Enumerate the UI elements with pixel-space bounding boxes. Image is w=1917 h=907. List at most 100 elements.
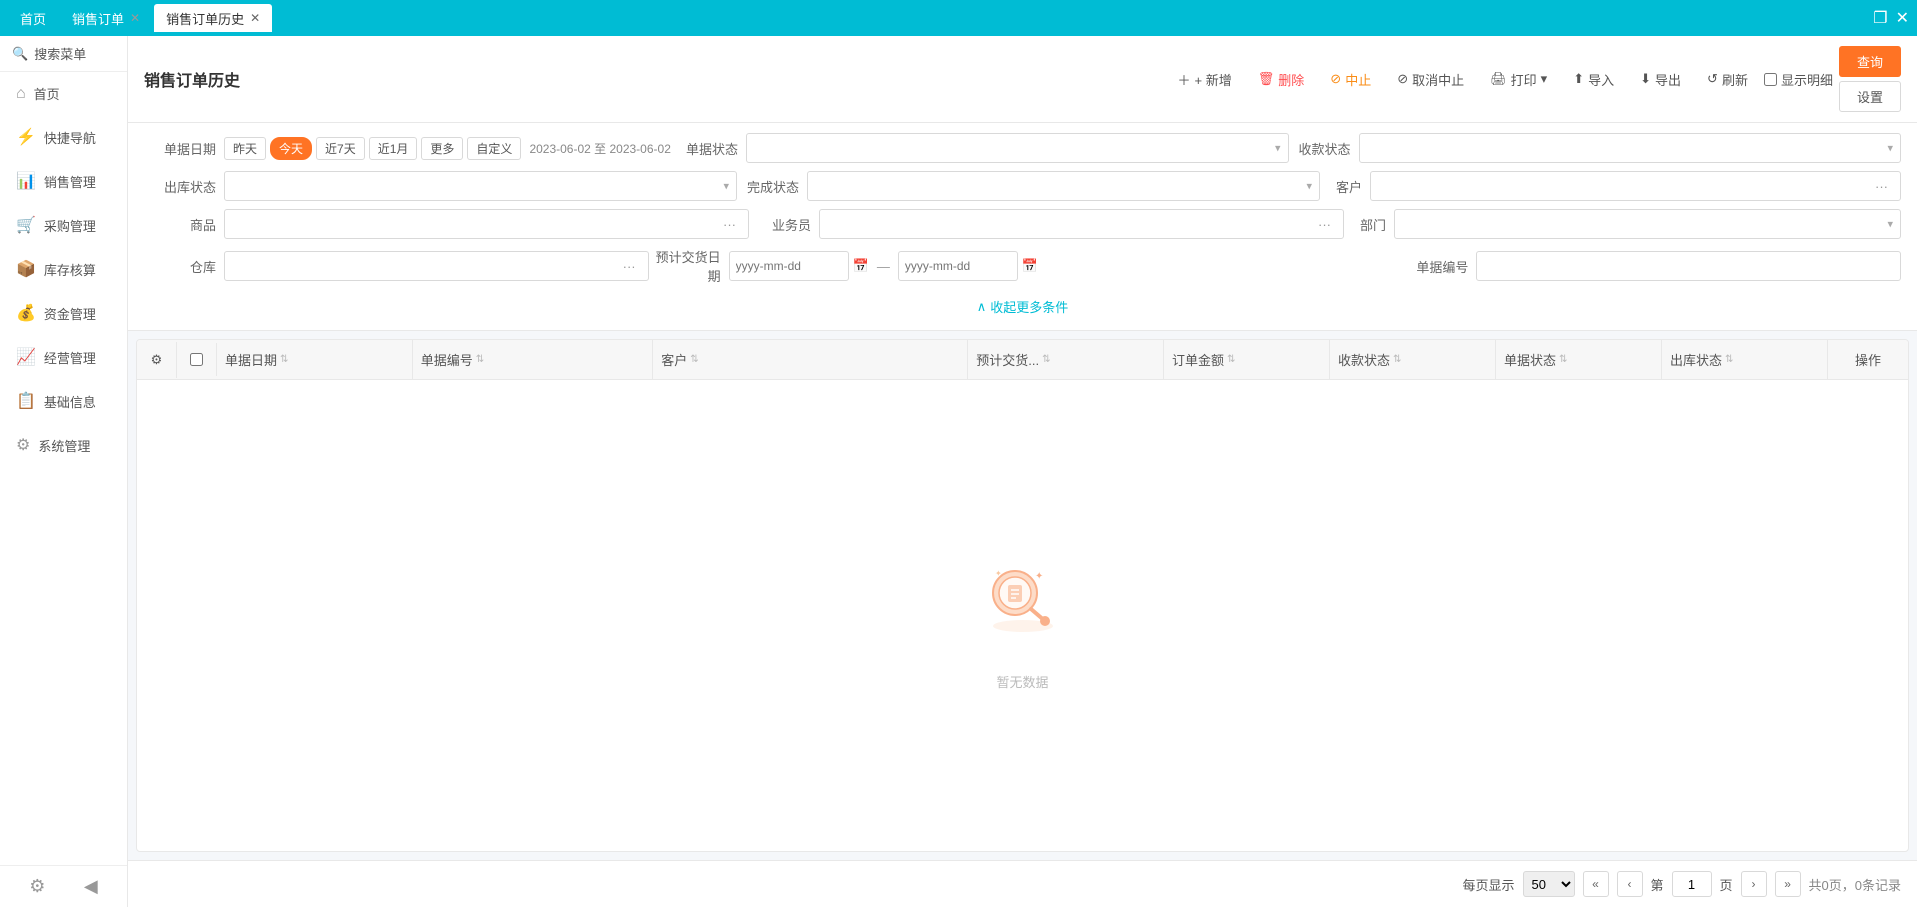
- print-button[interactable]: 🖨 打印 ▾: [1480, 65, 1557, 94]
- th-action: 操作: [1828, 340, 1908, 379]
- tab-home-label: 首页: [20, 9, 46, 28]
- department-select[interactable]: [1394, 209, 1901, 239]
- department-select-wrap: [1394, 209, 1901, 239]
- sidebar-item-home[interactable]: ⌂ 首页: [0, 72, 127, 115]
- date-1month[interactable]: 近1月: [369, 137, 418, 160]
- sidebar-footer-collapse-icon[interactable]: ◀: [84, 876, 98, 897]
- th-out-status-label: 出库状态: [1670, 350, 1722, 369]
- delivery-date-to[interactable]: [898, 251, 1018, 281]
- bill-status-select[interactable]: [746, 133, 1288, 163]
- delete-button[interactable]: 🗑 删除: [1248, 65, 1315, 94]
- complete-status-select[interactable]: [807, 171, 1320, 201]
- sidebar-item-system[interactable]: ⚙ 系统管理: [0, 423, 127, 467]
- collapse-button[interactable]: ∧ 收起更多条件: [144, 293, 1901, 320]
- display-detail-checkbox[interactable]: [1764, 73, 1777, 86]
- calendar-to-icon[interactable]: 📅: [1022, 258, 1038, 274]
- refresh-icon: ↺: [1707, 71, 1718, 87]
- operation-icon: 📈: [16, 347, 36, 367]
- th-date-label: 单据日期: [225, 350, 277, 369]
- goods-input[interactable]: [233, 217, 719, 232]
- bill-no-input-wrap[interactable]: [1476, 251, 1901, 281]
- close-window-icon[interactable]: ✕: [1896, 8, 1909, 28]
- customer-input[interactable]: [1379, 179, 1871, 194]
- goods-input-wrap[interactable]: ···: [224, 209, 749, 239]
- salesperson-input-wrap[interactable]: ···: [819, 209, 1344, 239]
- import-button[interactable]: ⬆ 导入: [1563, 65, 1624, 94]
- th-checkbox[interactable]: [177, 343, 217, 376]
- tab-sales-order-history[interactable]: 销售订单历史 ✕: [154, 4, 272, 32]
- salesperson-input[interactable]: [828, 217, 1314, 232]
- calendar-from-icon[interactable]: 📅: [853, 258, 869, 274]
- sidebar-item-basic[interactable]: 📋 基础信息: [0, 379, 127, 423]
- sidebar-search[interactable]: 🔍 搜索菜单: [0, 36, 127, 72]
- close-sales-order-icon[interactable]: ✕: [130, 11, 140, 25]
- sidebar-item-finance[interactable]: 💰 资金管理: [0, 291, 127, 335]
- out-status-select[interactable]: [224, 171, 737, 201]
- refresh-button[interactable]: ↺ 刷新: [1697, 65, 1758, 94]
- sidebar-item-home-label: 首页: [34, 84, 60, 103]
- next-page-button[interactable]: ›: [1741, 871, 1767, 897]
- customer-input-wrap[interactable]: ···: [1370, 171, 1901, 201]
- first-page-button[interactable]: «: [1583, 871, 1609, 897]
- per-page-select[interactable]: 50 20 100: [1523, 871, 1575, 897]
- out-status-label: 出库状态: [144, 177, 224, 196]
- tab-home[interactable]: 首页: [8, 4, 58, 32]
- query-label: 查询: [1857, 55, 1883, 70]
- customer-dots-icon[interactable]: ···: [1871, 179, 1892, 194]
- new-label: + 新增: [1195, 70, 1232, 89]
- sidebar-item-operation[interactable]: 📈 经营管理: [0, 335, 127, 379]
- new-button[interactable]: ＋ + 新增: [1168, 65, 1242, 94]
- print-dropdown-icon: ▾: [1541, 71, 1548, 87]
- th-amount[interactable]: 订单金额 ⇅: [1164, 340, 1330, 379]
- date-yesterday[interactable]: 昨天: [224, 137, 266, 160]
- stop-label: 中止: [1345, 70, 1371, 89]
- new-icon: ＋: [1178, 70, 1191, 89]
- empty-illustration: ✦ ✦: [973, 541, 1073, 641]
- th-delivery[interactable]: 预计交货... ⇅: [968, 340, 1164, 379]
- sidebar-item-purchase[interactable]: 🛒 采购管理: [0, 203, 127, 247]
- sidebar-item-quick-nav[interactable]: ⚡ 快捷导航: [0, 115, 127, 159]
- date-shortcuts: 昨天 今天 近7天 近1月 更多 自定义: [224, 137, 521, 160]
- import-icon: ⬆: [1573, 71, 1584, 87]
- date-7days[interactable]: 近7天: [316, 137, 365, 160]
- sidebar-footer-settings-icon[interactable]: ⚙: [29, 876, 45, 897]
- complete-status-select-wrap: [807, 171, 1320, 201]
- th-customer[interactable]: 客户 ⇅: [653, 340, 968, 379]
- delivery-date-from[interactable]: [729, 251, 849, 281]
- prev-page-button[interactable]: ‹: [1617, 871, 1643, 897]
- warehouse-input-wrap[interactable]: ···: [224, 251, 649, 281]
- export-button[interactable]: ⬇ 导出: [1630, 65, 1691, 94]
- select-all-checkbox[interactable]: [190, 353, 203, 366]
- date-custom[interactable]: 自定义: [467, 137, 521, 160]
- settings-button[interactable]: 设置: [1839, 81, 1901, 112]
- th-bill-status[interactable]: 单据状态 ⇅: [1496, 340, 1662, 379]
- current-page-input[interactable]: [1672, 871, 1712, 897]
- close-sales-order-history-icon[interactable]: ✕: [250, 11, 260, 25]
- inventory-icon: 📦: [16, 259, 36, 279]
- salesperson-dots-icon[interactable]: ···: [1314, 217, 1335, 232]
- tab-sales-order[interactable]: 销售订单 ✕: [60, 4, 152, 32]
- sidebar-item-sales[interactable]: 📊 销售管理: [0, 159, 127, 203]
- th-settings[interactable]: ⚙: [137, 342, 177, 378]
- quick-nav-icon: ⚡: [16, 127, 36, 147]
- date-more[interactable]: 更多: [421, 137, 463, 160]
- stop-button[interactable]: ⊘ 中止: [1320, 65, 1381, 94]
- th-date[interactable]: 单据日期 ⇅: [217, 340, 413, 379]
- display-detail-checkbox-wrap[interactable]: 显示明细: [1764, 70, 1833, 89]
- date-today[interactable]: 今天: [270, 137, 312, 160]
- restore-icon[interactable]: ❐: [1873, 8, 1887, 28]
- th-no[interactable]: 单据编号 ⇅: [413, 340, 653, 379]
- department-label: 部门: [1344, 215, 1394, 234]
- cancel-stop-button[interactable]: ⊘ 取消中止: [1387, 65, 1474, 94]
- query-button[interactable]: 查询: [1839, 46, 1901, 77]
- bill-no-input[interactable]: [1485, 259, 1892, 274]
- sidebar-item-inventory[interactable]: 📦 库存核算: [0, 247, 127, 291]
- last-page-button[interactable]: »: [1775, 871, 1801, 897]
- warehouse-dots-icon[interactable]: ···: [619, 259, 640, 274]
- goods-dots-icon[interactable]: ···: [719, 217, 740, 232]
- th-out-status[interactable]: 出库状态 ⇅: [1662, 340, 1828, 379]
- warehouse-input[interactable]: [233, 259, 619, 274]
- receipt-status-select[interactable]: [1359, 133, 1901, 163]
- sort-out-icon: ⇅: [1725, 354, 1733, 365]
- th-receipt-status[interactable]: 收款状态 ⇅: [1330, 340, 1496, 379]
